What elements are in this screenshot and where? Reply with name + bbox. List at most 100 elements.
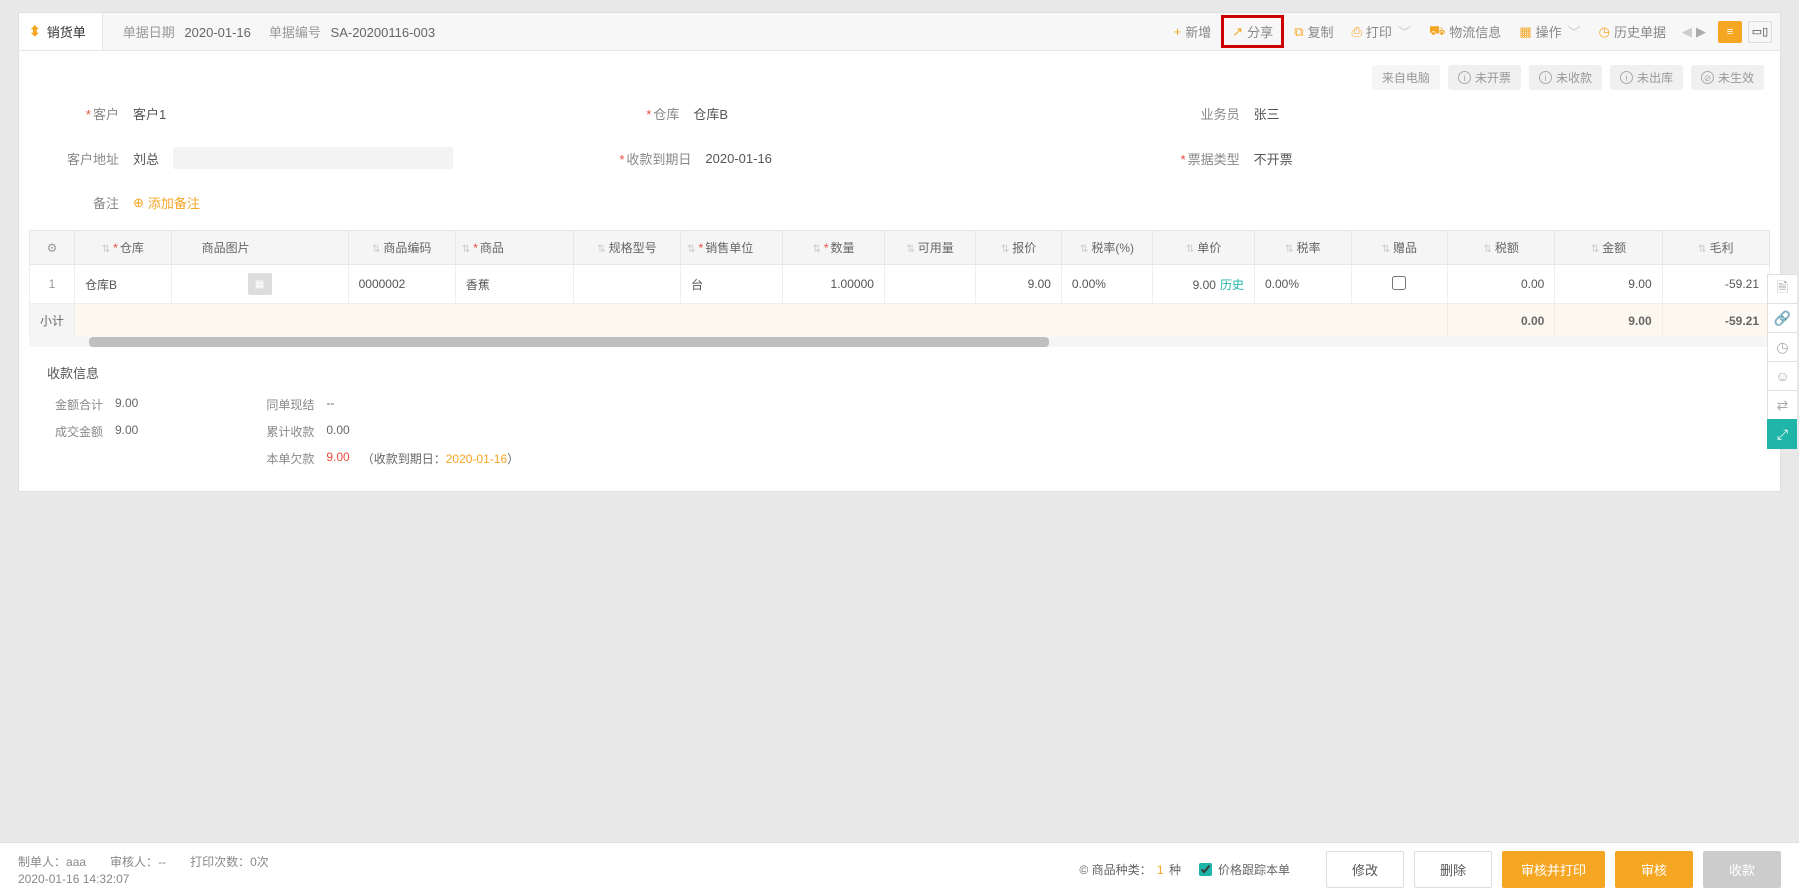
- same-order-value: --: [326, 396, 334, 413]
- same-order-label: 同单现结: [258, 396, 314, 413]
- main-card: ⬍ 销货单 单据日期 2020-01-16 单据编号 SA-20200116-0…: [18, 12, 1781, 492]
- settings-column[interactable]: ⚙: [30, 231, 75, 265]
- prev-button[interactable]: ◀: [1682, 24, 1692, 40]
- status-not-effective: ⊘未生效: [1691, 65, 1764, 90]
- row-index: 1: [30, 265, 75, 304]
- customer-label: 客户: [93, 107, 119, 122]
- address-value[interactable]: 刘总: [133, 149, 159, 168]
- share-highlight: ↗分享: [1221, 15, 1284, 48]
- warehouse-value[interactable]: 仓库B: [693, 104, 728, 123]
- header-actions: +新增 ↗分享 ⧉复制 ⎙打印﹀ ⛟物流信息 ▦操作﹀ ◷历史单据 ◀ ▶ ≡ …: [1166, 15, 1772, 48]
- address-redacted: [173, 147, 453, 169]
- cell-tax-rate: 0.00%: [1255, 265, 1352, 304]
- remark-label: 备注: [93, 196, 119, 211]
- nav-arrows: ◀ ▶: [1682, 24, 1706, 40]
- subtotal-label: 小计: [30, 304, 75, 338]
- subtotal-row: 小计 0.00 9.00 -59.21: [30, 304, 1770, 338]
- rail-time-icon[interactable]: ◷: [1767, 332, 1797, 362]
- address-label: 客户地址: [67, 152, 119, 167]
- subtotal-profit: -59.21: [1662, 304, 1769, 338]
- modify-button[interactable]: 修改: [1326, 851, 1404, 888]
- kinds-count: 1: [1157, 863, 1164, 877]
- status-not-collected: i未收款: [1529, 65, 1602, 90]
- new-button[interactable]: +新增: [1166, 18, 1220, 45]
- chart-icon: ⬍: [29, 23, 41, 40]
- print-count-value: 0次: [250, 855, 269, 869]
- delete-button[interactable]: 删除: [1414, 851, 1492, 888]
- view-toggles: ≡ ▭▯: [1718, 21, 1772, 43]
- copy-icon: ⧉: [1294, 24, 1303, 40]
- audit-button[interactable]: 审核: [1615, 851, 1693, 888]
- operate-button[interactable]: ▦操作﹀: [1511, 18, 1588, 45]
- salesman-label: 业务员: [1201, 107, 1240, 122]
- rail-user-icon[interactable]: ☺: [1767, 361, 1797, 391]
- chevron-down-icon: ﹀: [1568, 22, 1581, 41]
- product-table: ⚙ ⇅*仓库 商品图片 ⇅商品编码 ⇅*商品 ⇅规格型号 ⇅*销售单位 ⇅*数量…: [29, 230, 1770, 347]
- maker-value: aaa: [66, 855, 86, 869]
- due-value[interactable]: 2020-01-16: [705, 151, 772, 166]
- cell-profit: -59.21: [1662, 265, 1769, 304]
- share-button[interactable]: ↗分享: [1224, 18, 1281, 45]
- add-remark-button[interactable]: ⊕添加备注: [133, 193, 200, 212]
- audit-print-button[interactable]: 审核并打印: [1502, 851, 1605, 888]
- tab-sales-order[interactable]: ⬍ 销货单: [19, 13, 103, 50]
- header-meta: 单据日期 2020-01-16 单据编号 SA-20200116-003: [123, 22, 435, 41]
- rail-link-icon[interactable]: 🔗: [1767, 303, 1797, 333]
- cell-product[interactable]: 香蕉: [455, 265, 573, 304]
- list-view-button[interactable]: ≡: [1718, 21, 1742, 43]
- customer-value[interactable]: 客户1: [133, 104, 166, 123]
- cell-available: [884, 265, 975, 304]
- rail-doc-icon[interactable]: 🗎: [1767, 274, 1797, 304]
- cell-warehouse[interactable]: 仓库B: [75, 265, 172, 304]
- rail-expand-icon[interactable]: ⤢: [1767, 419, 1797, 449]
- price-follow-checkbox[interactable]: 价格跟踪本单: [1199, 861, 1290, 878]
- total-label: 金额合计: [47, 396, 103, 413]
- cell-quote[interactable]: 9.00: [976, 265, 1062, 304]
- next-button[interactable]: ▶: [1696, 24, 1706, 40]
- grid-icon: ▦: [1519, 24, 1531, 40]
- owe-value: 9.00: [326, 450, 349, 467]
- status-not-invoiced: i未开票: [1448, 65, 1521, 90]
- collect-button[interactable]: 收款: [1703, 851, 1781, 888]
- salesman-value[interactable]: 张三: [1254, 104, 1280, 123]
- truck-icon: ⛟: [1429, 23, 1445, 41]
- header-bar: ⬍ 销货单 单据日期 2020-01-16 单据编号 SA-20200116-0…: [19, 13, 1780, 51]
- chevron-down-icon: ﹀: [1398, 22, 1411, 41]
- history-order-button[interactable]: ◷历史单据: [1591, 18, 1674, 45]
- gift-checkbox[interactable]: [1392, 276, 1406, 290]
- status-from-pc: 来自电脑: [1372, 65, 1440, 90]
- table-row[interactable]: 1 仓库B ▦ 0000002 香蕉 台 1.00000 9.00 0.00% …: [30, 265, 1770, 304]
- scroll-thumb[interactable]: [89, 337, 1049, 347]
- cell-amount: 9.00: [1555, 265, 1662, 304]
- cell-code: 0000002: [348, 265, 455, 304]
- plus-icon: +: [1174, 24, 1182, 39]
- info-icon: i: [1458, 71, 1471, 84]
- cell-unit-price[interactable]: 9.00历史: [1153, 265, 1255, 304]
- card-view-button[interactable]: ▭▯: [1748, 21, 1772, 43]
- cell-tax-rate-pct[interactable]: 0.00%: [1061, 265, 1152, 304]
- horizontal-scrollbar[interactable]: [29, 337, 1770, 347]
- share-icon: ↗: [1232, 24, 1243, 40]
- cell-qty[interactable]: 1.00000: [783, 265, 885, 304]
- status-not-out: i未出库: [1610, 65, 1683, 90]
- code-label: 单据编号: [269, 25, 321, 40]
- invoice-type-value[interactable]: 不开票: [1254, 149, 1293, 168]
- copyright-icon: ©: [1079, 863, 1088, 877]
- cell-tax-amount: 0.00: [1448, 265, 1555, 304]
- owe-note: （收款到期日：2020-01-16）: [362, 450, 519, 467]
- copy-button[interactable]: ⧉复制: [1286, 18, 1341, 45]
- cell-unit[interactable]: 台: [681, 265, 783, 304]
- footer-buttons: 修改 删除 审核并打印 审核 收款: [1326, 851, 1781, 888]
- history-link[interactable]: 历史: [1220, 278, 1244, 292]
- code-value: SA-20200116-003: [331, 25, 436, 40]
- print-button[interactable]: ⎙打印﹀: [1344, 18, 1419, 45]
- date-value: 2020-01-16: [184, 25, 251, 40]
- footer-left: 制单人：aaa 审核人：-- 打印次数：0次 2020-01-16 14:32:…: [18, 853, 269, 886]
- tab-title: 销货单: [47, 22, 86, 41]
- due-label: 收款到期日: [626, 152, 691, 167]
- cell-spec: [573, 265, 680, 304]
- logistics-button[interactable]: ⛟物流信息: [1421, 18, 1509, 45]
- rail-transfer-icon[interactable]: ⇄: [1767, 390, 1797, 420]
- table-header-row: ⚙ ⇅*仓库 商品图片 ⇅商品编码 ⇅*商品 ⇅规格型号 ⇅*销售单位 ⇅*数量…: [30, 231, 1770, 265]
- deal-value: 9.00: [115, 423, 138, 440]
